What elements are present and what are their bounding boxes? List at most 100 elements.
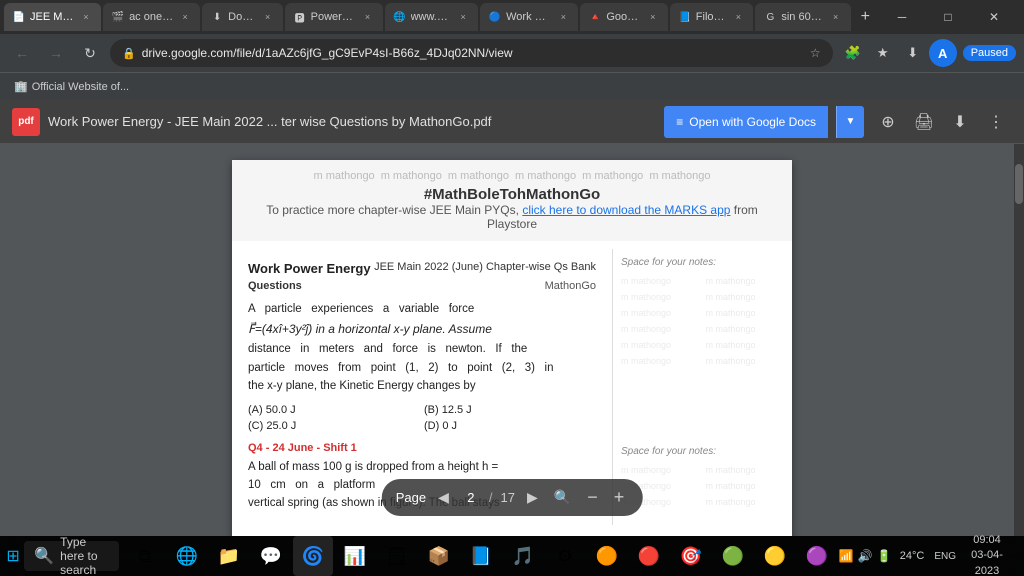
file-explorer-icon[interactable]: 📁 — [209, 536, 249, 576]
tab-bar: 📄 JEE Main 202... × 🎬 ac one shot jo... … — [0, 0, 1024, 34]
tab-close-1[interactable]: × — [178, 10, 192, 24]
chrome-icon[interactable]: 🌀 — [293, 536, 333, 576]
clock-time: 09:04 — [962, 533, 1012, 548]
practice-text: To practice more chapter-wise JEE Main P… — [242, 203, 782, 231]
nav-icons: 🧩 ★ ⬇ A Paused — [839, 39, 1016, 67]
minimize-btn[interactable]: ─ — [880, 3, 924, 31]
marks-app-link[interactable]: click here to download the MARKS app — [522, 203, 730, 217]
tab-7[interactable]: 🔺 Google Drive × — [580, 3, 667, 31]
volume-icon[interactable]: 🔊 — [858, 549, 873, 563]
bookmark-icon[interactable]: ☆ — [810, 46, 821, 60]
watermark-row: m mathongo m mathongo m mathongo m matho… — [242, 170, 782, 182]
current-page[interactable]: 2 — [461, 490, 481, 505]
profile-avatar[interactable]: A — [929, 39, 957, 67]
extensions-icon[interactable]: 🧩 — [839, 39, 867, 67]
lang-display: ENG — [934, 551, 956, 562]
new-tab-btn[interactable]: + — [853, 8, 878, 26]
app-icon-8[interactable]: 🎵 — [503, 536, 543, 576]
tab-label-1: ac one shot jo... — [129, 11, 174, 23]
office-icon[interactable]: 📊 — [335, 536, 375, 576]
maximize-btn[interactable]: □ — [926, 3, 970, 31]
close-btn[interactable]: ✕ — [972, 3, 1016, 31]
tab-icon-8: 📘 — [678, 10, 692, 24]
tab-icon-9: G — [763, 10, 777, 24]
clock-date: 03-04-2023 — [962, 548, 1012, 576]
task-view-btn[interactable]: ⧉ — [125, 536, 165, 576]
tab-6[interactable]: 🔵 Work Power E... × — [480, 3, 578, 31]
tab-label-6: Work Power E... — [506, 11, 552, 23]
back-btn[interactable]: ← — [8, 39, 36, 67]
bookmark-label: Official Website of... — [32, 81, 129, 93]
download-icon[interactable]: ⬇ — [899, 39, 927, 67]
open-docs-dropdown[interactable]: ▼ — [836, 106, 864, 138]
next-page-btn[interactable]: ▶ — [523, 487, 542, 508]
scrollbar-thumb[interactable] — [1015, 164, 1023, 204]
tab-label-7: Google Drive — [606, 11, 641, 23]
start-button[interactable]: ⊞ — [4, 536, 22, 576]
tab-close-9[interactable]: × — [829, 10, 843, 24]
tab-9[interactable]: G sin 60 - Goog... × — [755, 3, 850, 31]
pdf-q1-text: A particle experiences a variable force — [248, 300, 596, 318]
temperature-display: 24°C — [900, 550, 925, 562]
tab-active[interactable]: 📄 JEE Main 202... × — [4, 3, 101, 31]
wm-item-1: m mathongo — [314, 170, 375, 182]
filo-icon[interactable]: 📘 — [461, 536, 501, 576]
tab-close-btn[interactable]: × — [79, 10, 93, 24]
battery-icon[interactable]: 🔋 — [877, 549, 892, 563]
tab-close-6[interactable]: × — [556, 10, 570, 24]
app-icon-15[interactable]: 🟣 — [797, 536, 837, 576]
lock-icon: 🔒 — [122, 47, 136, 60]
prev-page-btn[interactable]: ◀ — [434, 487, 453, 508]
dropbox-icon[interactable]: 📦 — [419, 536, 459, 576]
app-icon-12[interactable]: 🎯 — [671, 536, 711, 576]
wm-item-2: m mathongo — [381, 170, 442, 182]
tab-8[interactable]: 📘 Filo Student × — [670, 3, 754, 31]
tab-close-8[interactable]: × — [731, 10, 745, 24]
tab-4[interactable]: 🌐 www.shiksha... × — [385, 3, 479, 31]
accessibility-icon[interactable]: ⊕ — [872, 106, 904, 138]
pdf-section-title: Work Power Energy — [248, 261, 371, 276]
tab-2[interactable]: ⬇ Downloads × — [202, 3, 282, 31]
tab-1[interactable]: 🎬 ac one shot jo... × — [103, 3, 200, 31]
print-icon[interactable]: 🖨 — [908, 106, 940, 138]
network-icon[interactable]: 📶 — [839, 549, 854, 563]
wm-item-5: m mathongo — [582, 170, 643, 182]
more-icon[interactable]: ⋮ — [980, 106, 1012, 138]
app-icon-9[interactable]: ⚙ — [545, 536, 585, 576]
tab-close-7[interactable]: × — [646, 10, 660, 24]
total-pages: 17 — [501, 490, 515, 505]
page-label: Page — [396, 490, 426, 505]
docs-icon: ≡ — [676, 115, 683, 129]
address-bar[interactable]: 🔒 drive.google.com/file/d/1aAZc6jfG_gC9E… — [110, 39, 833, 67]
address-text: drive.google.com/file/d/1aAZc6jfG_gC9EvP… — [142, 46, 804, 60]
tab-label-9: sin 60 - Goog... — [781, 11, 824, 23]
vertical-scrollbar[interactable] — [1014, 144, 1024, 536]
tab-3[interactable]: 🅿 PowerPoint Pr... × — [285, 3, 383, 31]
profile-icon[interactable]: ★ — [869, 39, 897, 67]
tab-close-4[interactable]: × — [456, 10, 470, 24]
edge-browser-icon[interactable]: 🌐 — [167, 536, 207, 576]
notion-icon[interactable]: 🗒 — [377, 536, 417, 576]
app-icon-10[interactable]: 🟠 — [587, 536, 627, 576]
bookmarks-bar: 🏢 Official Website of... — [0, 72, 1024, 100]
zoom-in-btn[interactable]: + — [610, 485, 629, 510]
page-search-btn[interactable]: 🔍 — [550, 487, 575, 508]
tab-close-3[interactable]: × — [361, 10, 375, 24]
tab-close-2[interactable]: × — [261, 10, 275, 24]
download-pdf-icon[interactable]: ⬇ — [944, 106, 976, 138]
paused-badge[interactable]: Paused — [963, 45, 1016, 61]
open-docs-button[interactable]: ≡ Open with Google Docs — [664, 106, 828, 138]
tab-icon-3: 🅿 — [293, 10, 307, 24]
refresh-btn[interactable]: ↻ — [76, 39, 104, 67]
taskbar-search[interactable]: 🔍 Type here to search — [24, 541, 119, 571]
tab-icon-pdf: 📄 — [12, 10, 26, 24]
bookmark-item-official[interactable]: 🏢 Official Website of... — [8, 78, 135, 95]
app-icon-13[interactable]: 🟢 — [713, 536, 753, 576]
forward-btn[interactable]: → — [42, 39, 70, 67]
app-icon-14[interactable]: 🟡 — [755, 536, 795, 576]
pdf-file-icon: pdf — [12, 108, 40, 136]
zoom-out-btn[interactable]: − — [583, 485, 602, 510]
clock[interactable]: 09:04 03-04-2023 — [962, 533, 1012, 576]
teams-icon[interactable]: 💬 — [251, 536, 291, 576]
app-icon-11[interactable]: 🔴 — [629, 536, 669, 576]
